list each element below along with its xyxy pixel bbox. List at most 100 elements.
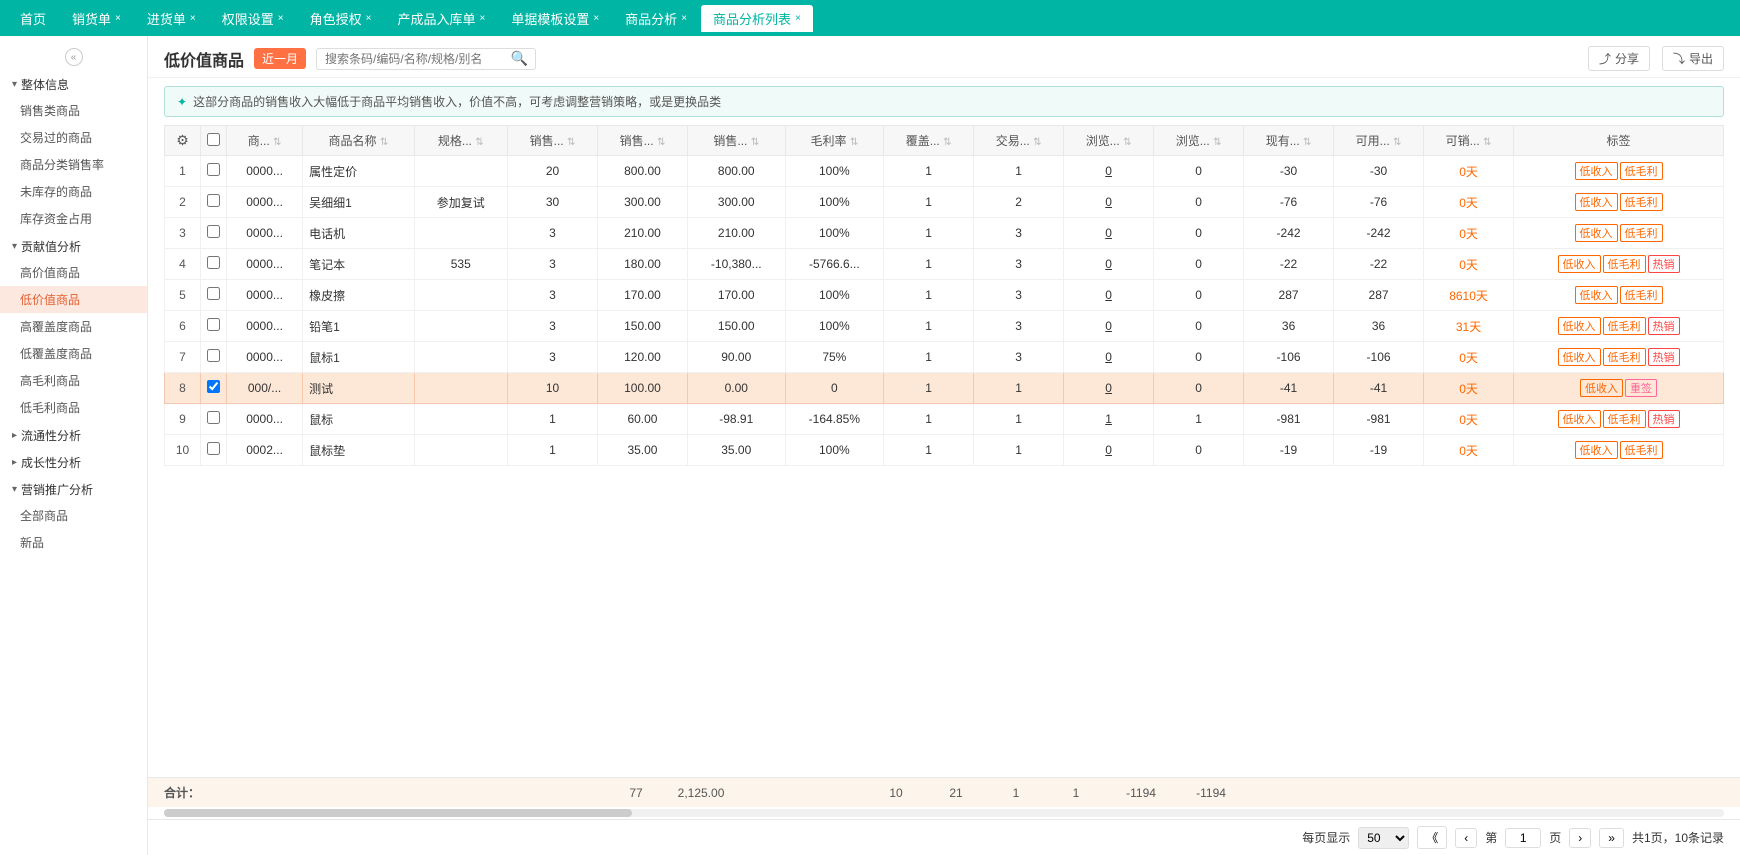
- spec-column-header[interactable]: 规格... ⇅: [414, 126, 507, 156]
- settings-column-header[interactable]: ⚙: [165, 126, 201, 156]
- row-checkbox[interactable]: [201, 249, 227, 280]
- browse-link[interactable]: 0: [1105, 288, 1112, 302]
- sidebar-item-high-margin[interactable]: 高毛利商品: [0, 367, 147, 394]
- sales-price-column-header[interactable]: 销售... ⇅: [597, 126, 687, 156]
- sidebar-item-low-coverage[interactable]: 低覆盖度商品: [0, 340, 147, 367]
- browse2-column-header[interactable]: 浏览... ⇅: [1154, 126, 1244, 156]
- row-select-checkbox[interactable]: [207, 411, 220, 424]
- sales-amount-column-header[interactable]: 销售... ⇅: [687, 126, 785, 156]
- sidebar-group-circulation[interactable]: ▸ 流通性分析: [0, 421, 147, 448]
- available-column-header[interactable]: 可用... ⇅: [1334, 126, 1424, 156]
- close-icon[interactable]: ×: [366, 13, 372, 24]
- close-icon[interactable]: ×: [795, 13, 801, 24]
- row-browse1[interactable]: 0: [1064, 373, 1154, 404]
- sidebar-item-high-coverage[interactable]: 高覆盖度商品: [0, 313, 147, 340]
- browse-link[interactable]: 1: [1105, 412, 1112, 426]
- row-browse1[interactable]: 0: [1064, 342, 1154, 373]
- nav-product-analysis[interactable]: 商品分析 ×: [613, 5, 699, 32]
- sidebar-group-marketing[interactable]: ▾ 营销推广分析: [0, 475, 147, 502]
- row-select-checkbox[interactable]: [207, 287, 220, 300]
- trade-column-header[interactable]: 交易... ⇅: [974, 126, 1064, 156]
- sort-icon[interactable]: ⇅: [657, 137, 665, 148]
- last-page-button[interactable]: »: [1599, 828, 1624, 848]
- close-icon[interactable]: ×: [190, 13, 196, 24]
- nav-purchase-order[interactable]: 进货单 ×: [135, 5, 208, 32]
- filter-button[interactable]: 近一月: [254, 48, 306, 69]
- share-button[interactable]: ⤴ 分享: [1588, 46, 1650, 71]
- browse-link[interactable]: 0: [1105, 319, 1112, 333]
- sidebar-item-traded-goods[interactable]: 交易过的商品: [0, 124, 147, 151]
- sort-icon[interactable]: ⇅: [567, 137, 575, 148]
- coverage-column-header[interactable]: 覆盖... ⇅: [884, 126, 974, 156]
- browse-link[interactable]: 0: [1105, 443, 1112, 457]
- sidebar-group-contribution[interactable]: ▾ 贡献值分析: [0, 232, 147, 259]
- sidebar-group-overall[interactable]: ▾ 整体信息: [0, 70, 147, 97]
- row-select-checkbox[interactable]: [207, 194, 220, 207]
- collapse-button[interactable]: «: [65, 48, 83, 66]
- sort-icon[interactable]: ⇅: [751, 137, 759, 148]
- page-size-select[interactable]: 50 100: [1358, 827, 1409, 849]
- row-checkbox[interactable]: [201, 280, 227, 311]
- code-column-header[interactable]: 商... ⇅: [227, 126, 303, 156]
- sidebar-item-inventory-capital[interactable]: 库存资金占用: [0, 205, 147, 232]
- current-column-header[interactable]: 现有... ⇅: [1244, 126, 1334, 156]
- row-checkbox[interactable]: [201, 373, 227, 404]
- sidebar-item-low-value[interactable]: 低价值商品: [0, 286, 147, 313]
- browse-link[interactable]: 0: [1105, 226, 1112, 240]
- search-icon[interactable]: 🔍: [511, 50, 528, 67]
- browse-link[interactable]: 0: [1105, 164, 1112, 178]
- row-select-checkbox[interactable]: [207, 442, 220, 455]
- settings-icon[interactable]: ⚙: [176, 132, 189, 148]
- next-page-button[interactable]: ›: [1569, 828, 1591, 848]
- sort-icon[interactable]: ⇅: [380, 137, 388, 148]
- row-browse1[interactable]: 0: [1064, 156, 1154, 187]
- sidebar-item-high-value[interactable]: 高价值商品: [0, 259, 147, 286]
- page-number-input[interactable]: [1505, 828, 1541, 848]
- row-checkbox[interactable]: [201, 342, 227, 373]
- close-icon[interactable]: ×: [681, 13, 687, 24]
- row-browse1[interactable]: 0: [1064, 187, 1154, 218]
- select-all-checkbox[interactable]: [207, 133, 220, 146]
- name-column-header[interactable]: 商品名称 ⇅: [303, 126, 414, 156]
- close-icon[interactable]: ×: [593, 13, 599, 24]
- sidebar-item-sales-goods[interactable]: 销售类商品: [0, 97, 147, 124]
- row-browse1[interactable]: 0: [1064, 311, 1154, 342]
- sidebar-item-new-goods[interactable]: 新品: [0, 529, 147, 556]
- browse-link[interactable]: 0: [1105, 350, 1112, 364]
- horizontal-scrollbar[interactable]: [164, 809, 1724, 817]
- close-icon[interactable]: ×: [479, 13, 485, 24]
- row-select-checkbox[interactable]: [207, 349, 220, 362]
- sort-icon[interactable]: ⇅: [1033, 137, 1041, 148]
- sales-qty-column-header[interactable]: 销售... ⇅: [508, 126, 598, 156]
- nav-finished-goods[interactable]: 产成品入库单 ×: [385, 5, 497, 32]
- first-page-button[interactable]: 《: [1417, 826, 1447, 849]
- margin-column-header[interactable]: 毛利率 ⇅: [785, 126, 884, 156]
- nav-role-auth[interactable]: 角色授权 ×: [298, 5, 384, 32]
- export-button[interactable]: ⤵ 导出: [1662, 46, 1724, 71]
- nav-sales-order[interactable]: 销货单 ×: [60, 5, 133, 32]
- sort-icon[interactable]: ⇅: [1213, 137, 1221, 148]
- row-browse1[interactable]: 0: [1064, 249, 1154, 280]
- row-checkbox[interactable]: [201, 218, 227, 249]
- nav-permission[interactable]: 权限设置 ×: [210, 5, 296, 32]
- sidebar-item-no-inventory[interactable]: 未库存的商品: [0, 178, 147, 205]
- nav-product-analysis-list[interactable]: 商品分析列表 ×: [701, 5, 813, 32]
- close-icon[interactable]: ×: [278, 13, 284, 24]
- sort-icon[interactable]: ⇅: [850, 137, 858, 148]
- browse-link[interactable]: 0: [1105, 381, 1112, 395]
- saleable-column-header[interactable]: 可销... ⇅: [1424, 126, 1514, 156]
- row-select-checkbox[interactable]: [207, 225, 220, 238]
- sort-icon[interactable]: ⇅: [1483, 137, 1491, 148]
- row-browse1[interactable]: 0: [1064, 280, 1154, 311]
- row-select-checkbox[interactable]: [207, 380, 220, 393]
- sort-icon[interactable]: ⇅: [943, 137, 951, 148]
- row-browse1[interactable]: 1: [1064, 404, 1154, 435]
- row-checkbox[interactable]: [201, 156, 227, 187]
- browse1-column-header[interactable]: 浏览... ⇅: [1064, 126, 1154, 156]
- sort-icon[interactable]: ⇅: [1393, 137, 1401, 148]
- browse-link[interactable]: 0: [1105, 195, 1112, 209]
- browse-link[interactable]: 0: [1105, 257, 1112, 271]
- sort-icon[interactable]: ⇅: [475, 137, 483, 148]
- row-checkbox[interactable]: [201, 187, 227, 218]
- row-browse1[interactable]: 0: [1064, 435, 1154, 466]
